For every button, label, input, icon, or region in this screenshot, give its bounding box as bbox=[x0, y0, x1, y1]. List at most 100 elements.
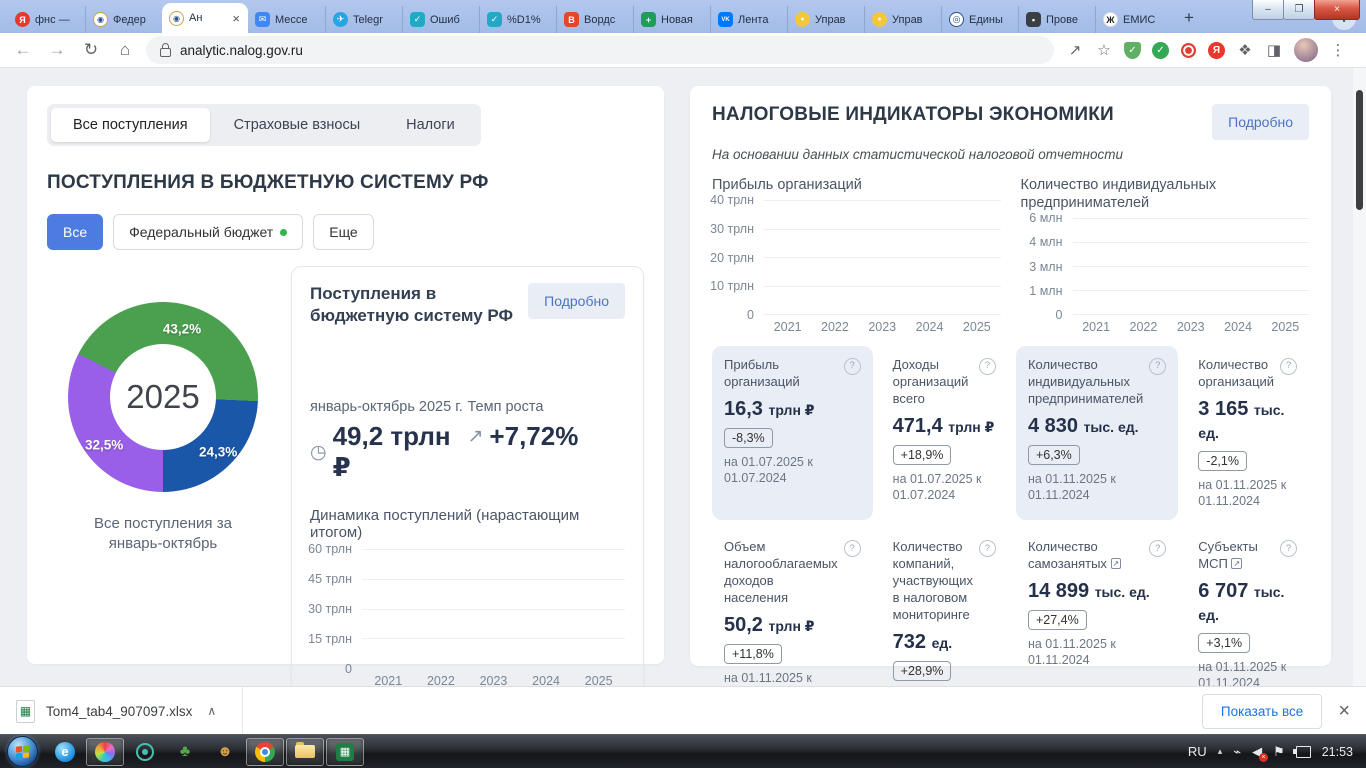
browser-tab[interactable]: Я фнс — bbox=[8, 6, 85, 33]
taskbar-science-app[interactable] bbox=[126, 738, 164, 766]
browser-tab[interactable]: ✓ Ошиб bbox=[402, 6, 479, 33]
share-icon[interactable]: ↗ bbox=[1066, 41, 1084, 59]
yandex-icon: Я bbox=[15, 12, 30, 27]
taskbar-media-app[interactable] bbox=[86, 737, 124, 766]
stat-card-organizations: Количество организаций? 3 165 тыс. ед. -… bbox=[1186, 346, 1309, 520]
download-chevron-up-icon[interactable]: ∧ bbox=[203, 704, 220, 718]
scrollbar-thumb[interactable] bbox=[1356, 90, 1363, 210]
taskbar-explorer[interactable] bbox=[286, 737, 324, 766]
help-icon[interactable]: ? bbox=[843, 358, 861, 375]
filter-more-chip[interactable]: Еще bbox=[313, 214, 374, 250]
tab-all-receipts[interactable]: Все поступления bbox=[51, 108, 210, 142]
taskbar-chrome[interactable] bbox=[246, 737, 284, 766]
tab-insurance[interactable]: Страховые взносы bbox=[212, 108, 383, 142]
metrica-target-icon[interactable] bbox=[1180, 41, 1197, 59]
help-icon[interactable]: ? bbox=[1149, 540, 1167, 558]
taskbar-nature-app[interactable]: ♣ bbox=[166, 738, 204, 766]
yandex-extension-icon[interactable]: Я bbox=[1208, 41, 1225, 59]
period-note: на 01.11.2025 к 01.11.2024 bbox=[1027, 637, 1116, 668]
start-button[interactable] bbox=[7, 736, 38, 767]
right-panel-title: НАЛОГОВЫЕ ИНДИКАТОРЫ ЭКОНОМИКИ bbox=[712, 104, 1114, 125]
action-center-flag-icon[interactable]: ⚑ bbox=[1273, 744, 1285, 760]
back-button[interactable]: ← bbox=[10, 37, 36, 63]
browser-tab[interactable]: + Новая bbox=[633, 6, 710, 33]
profit-bar-chart[interactable]: 40 трлн 30 трлн 20 трлн 10 трлн 0 2021 2022 20… bbox=[710, 193, 1001, 334]
filter-federal-chip[interactable]: Федеральный бюджет bbox=[113, 214, 304, 250]
taskbar-excel[interactable]: ▦ bbox=[326, 737, 364, 766]
page-scrollbar[interactable] bbox=[1353, 68, 1366, 686]
stat-card-entrepreneurs: Количество индивидуальных предпринимател… bbox=[1015, 346, 1179, 521]
stat-card-org-income: Доходы организаций всего? 471,4 трлн ₽ +… bbox=[892, 357, 996, 502]
tax-indicators-panel: НАЛОГОВЫЕ ИНДИКАТОРЫ ЭКОНОМИКИ Подробно … bbox=[690, 86, 1331, 718]
taskbar-edge[interactable]: e bbox=[46, 738, 84, 766]
atom-icon bbox=[136, 742, 154, 761]
show-all-downloads-button[interactable]: Показать все bbox=[1201, 693, 1323, 729]
tree-icon: ♣ bbox=[179, 742, 191, 760]
new-tab-button[interactable]: + bbox=[1176, 5, 1202, 31]
right-panel-subtitle: На основании данных статистической налог… bbox=[712, 147, 1123, 162]
browser-tab[interactable]: ● Управ bbox=[864, 6, 941, 33]
help-icon[interactable]: ? bbox=[1280, 540, 1298, 558]
browser-tab[interactable]: ● Управ bbox=[787, 6, 864, 33]
taskbar-person-app[interactable]: ☻ bbox=[206, 738, 244, 766]
browser-tab[interactable]: ✉ Мессе bbox=[248, 6, 325, 33]
browser-tab[interactable]: ✓ %D1% bbox=[479, 6, 556, 33]
help-icon[interactable]: ? bbox=[978, 540, 996, 558]
help-icon[interactable]: ? bbox=[1149, 358, 1167, 375]
dynamics-bar-chart[interactable]: 60 трлн 45 трлн 30 трлн 15 трлн 0 2021 2022 20… bbox=[308, 542, 625, 688]
wordstat-icon: В bbox=[564, 12, 579, 27]
profile-avatar[interactable] bbox=[1294, 38, 1318, 62]
browser-tab[interactable]: ▪ Прове bbox=[1018, 6, 1095, 33]
details-button[interactable]: Подробно bbox=[1212, 104, 1309, 140]
details-button[interactable]: Подробно bbox=[528, 283, 625, 319]
download-item[interactable]: ▦ Tom4_tab4_907097.xlsx ∧ bbox=[16, 687, 244, 735]
close-window-button[interactable]: × bbox=[1314, 0, 1360, 20]
home-button[interactable]: ⌂ bbox=[112, 37, 138, 63]
change-badge: +28,9% bbox=[892, 660, 952, 681]
windows-flag-icon bbox=[16, 744, 29, 759]
side-panel-icon[interactable]: ◨ bbox=[1265, 41, 1283, 59]
external-link-icon[interactable]: ↗ bbox=[1231, 558, 1243, 570]
donut-slice-label: 32,5% bbox=[84, 437, 124, 452]
external-link-icon[interactable]: ↗ bbox=[1110, 558, 1122, 570]
donut-slice-label: 24,3% bbox=[198, 444, 238, 460]
reload-button[interactable]: ↻ bbox=[78, 37, 104, 63]
minimize-button[interactable]: – bbox=[1252, 0, 1284, 20]
tab-title: Управ bbox=[892, 13, 923, 26]
filter-all-chip[interactable]: Все bbox=[47, 214, 104, 250]
tab-close-icon[interactable]: × bbox=[231, 11, 241, 26]
entrepreneurs-bar-chart[interactable]: 6 млн 4 млн 3 млн 1 млн 0 2021 2022 2023 2024 20… bbox=[1021, 211, 1309, 334]
network-icon[interactable] bbox=[1292, 745, 1311, 758]
browser-tab[interactable]: VK Лента bbox=[710, 6, 787, 33]
browser-tab[interactable]: ◎ Едины bbox=[941, 6, 1018, 33]
browser-tab[interactable]: Ж ЕМИС bbox=[1095, 6, 1172, 33]
power-plug-icon[interactable]: ⌁ bbox=[1233, 744, 1241, 760]
taskbar-clock[interactable]: 21:53 bbox=[1322, 745, 1353, 759]
tab-title: Ан bbox=[189, 12, 203, 24]
lamp-icon: ● bbox=[872, 12, 887, 27]
restore-button[interactable]: ❐ bbox=[1283, 0, 1315, 20]
tray-expand-icon[interactable]: ▴ bbox=[1218, 746, 1223, 757]
volume-muted-icon[interactable]: ◀ × bbox=[1252, 744, 1269, 762]
address-bar[interactable]: analytic.nalog.gov.ru bbox=[146, 36, 1054, 64]
help-icon[interactable]: ? bbox=[1280, 358, 1298, 375]
adblock-shield-icon[interactable]: ✓ bbox=[1124, 41, 1141, 59]
tab-taxes[interactable]: Налоги bbox=[384, 108, 477, 142]
close-downloads-bar-icon[interactable]: × bbox=[1338, 700, 1350, 723]
browser-tab[interactable]: ◉ Федер bbox=[85, 6, 162, 33]
extensions-puzzle-icon[interactable]: ❖ bbox=[1236, 41, 1254, 59]
browser-tab-active[interactable]: ◉ Ан × bbox=[162, 3, 248, 33]
chrome-icon bbox=[255, 741, 275, 762]
tab-title: Прове bbox=[1046, 13, 1078, 26]
budget-donut-chart[interactable]: 2025 43,2% 24,3% 32,5% bbox=[68, 302, 258, 492]
help-icon[interactable]: ? bbox=[843, 540, 861, 558]
forward-button[interactable]: → bbox=[44, 37, 70, 63]
keyboard-language[interactable]: RU bbox=[1188, 744, 1207, 759]
browser-tab[interactable]: ✈ Telegr bbox=[325, 6, 402, 33]
antivirus-check-icon[interactable]: ✓ bbox=[1152, 41, 1169, 59]
bookmark-star-icon[interactable]: ☆ bbox=[1095, 41, 1113, 59]
menu-kebab-icon[interactable]: ⋮ bbox=[1329, 41, 1347, 59]
tab-title: Ошиб bbox=[430, 13, 460, 26]
help-icon[interactable]: ? bbox=[978, 358, 996, 375]
browser-tab[interactable]: В Вордс bbox=[556, 6, 633, 33]
